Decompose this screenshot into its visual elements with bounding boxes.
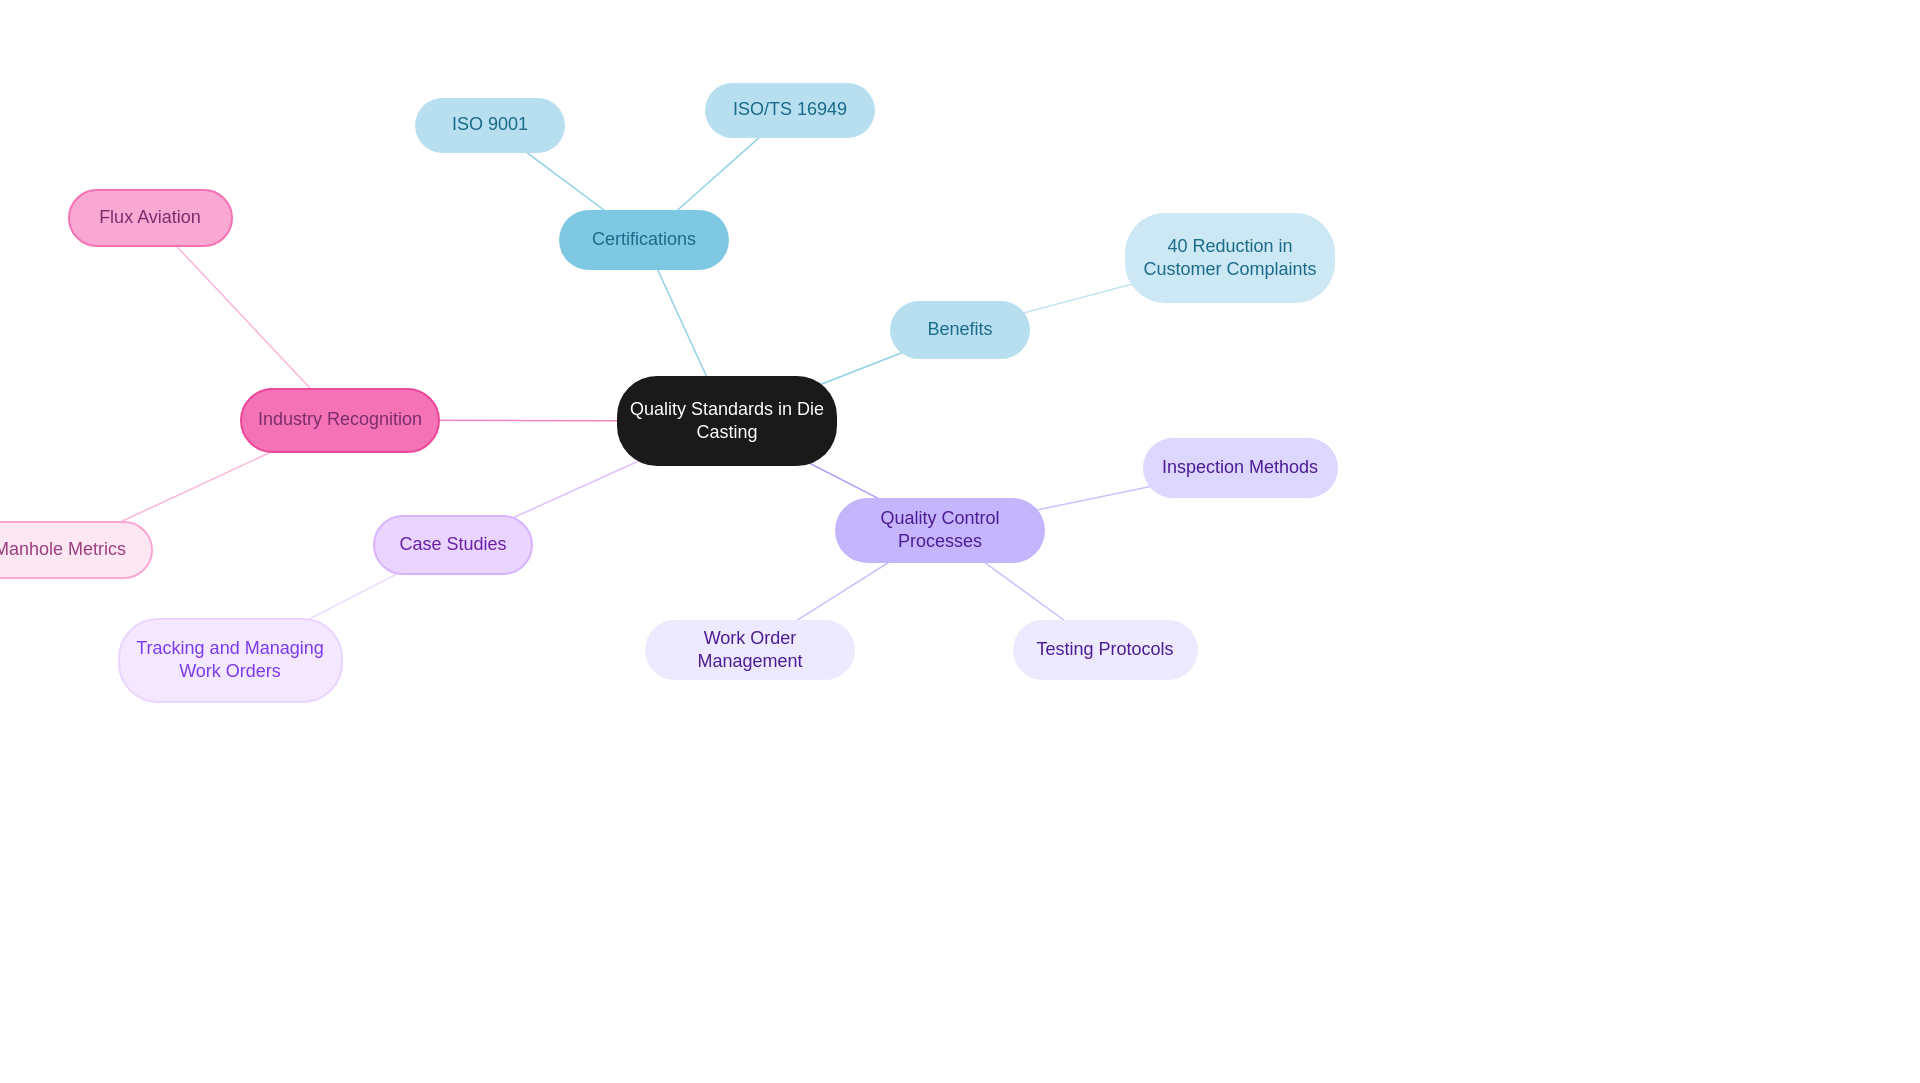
reduction-node[interactable]: 40 Reduction in Customer Complaints <box>1125 213 1335 303</box>
inspection-methods-label: Inspection Methods <box>1154 456 1326 479</box>
center-node[interactable]: Quality Standards in Die Casting <box>617 376 837 466</box>
quality-control-label: Quality Control Processes <box>835 507 1045 554</box>
certifications-label: Certifications <box>584 228 704 251</box>
tracking-work-orders-label: Tracking and Managing Work Orders <box>120 637 341 684</box>
manhole-metrics-label: Manhole Metrics <box>0 538 134 561</box>
industry-recognition-node[interactable]: Industry Recognition <box>240 388 440 453</box>
certifications-node[interactable]: Certifications <box>559 210 729 270</box>
center-label: Quality Standards in Die Casting <box>617 398 837 445</box>
flux-aviation-node[interactable]: Flux Aviation <box>68 189 233 247</box>
flux-aviation-label: Flux Aviation <box>91 206 209 229</box>
case-studies-label: Case Studies <box>391 533 514 556</box>
tracking-work-orders-node[interactable]: Tracking and Managing Work Orders <box>118 618 343 703</box>
iso9001-node[interactable]: ISO 9001 <box>415 98 565 153</box>
iso9001-label: ISO 9001 <box>444 113 536 136</box>
testing-protocols-node[interactable]: Testing Protocols <box>1013 620 1198 680</box>
isots16949-label: ISO/TS 16949 <box>725 98 855 121</box>
work-order-management-label: Work Order Management <box>645 627 855 674</box>
work-order-management-node[interactable]: Work Order Management <box>645 620 855 680</box>
reduction-label: 40 Reduction in Customer Complaints <box>1125 235 1335 282</box>
testing-protocols-label: Testing Protocols <box>1028 638 1181 661</box>
quality-control-node[interactable]: Quality Control Processes <box>835 498 1045 563</box>
isots16949-node[interactable]: ISO/TS 16949 <box>705 83 875 138</box>
manhole-metrics-node[interactable]: Manhole Metrics <box>0 521 153 579</box>
benefits-node[interactable]: Benefits <box>890 301 1030 359</box>
inspection-methods-node[interactable]: Inspection Methods <box>1143 438 1338 498</box>
case-studies-node[interactable]: Case Studies <box>373 515 533 575</box>
industry-recognition-label: Industry Recognition <box>250 408 430 431</box>
benefits-label: Benefits <box>919 318 1000 341</box>
